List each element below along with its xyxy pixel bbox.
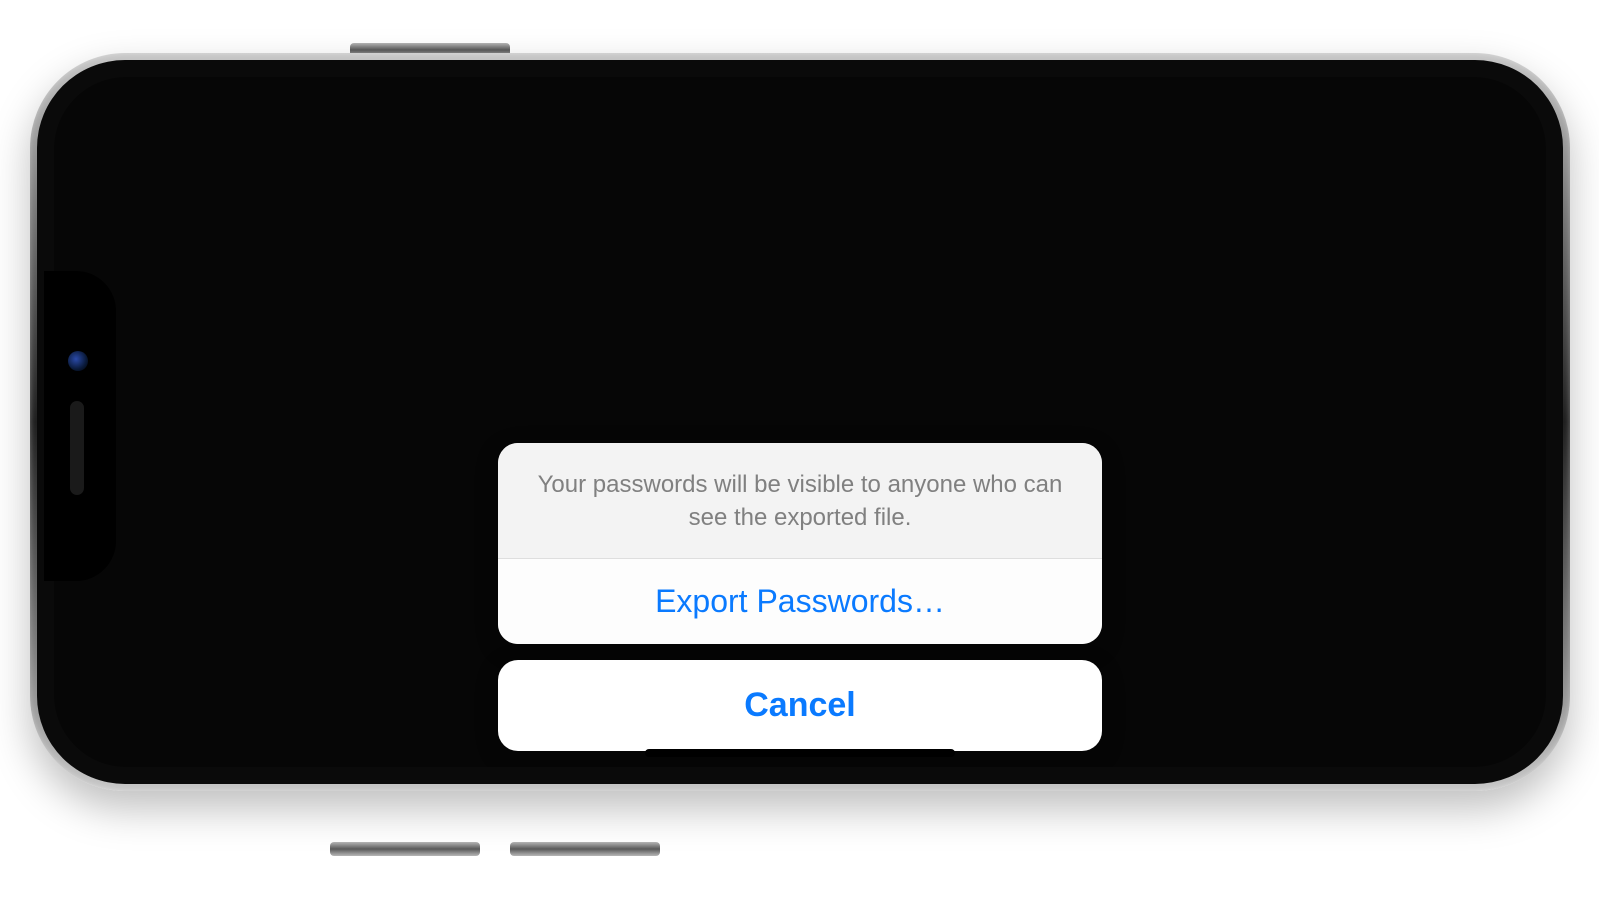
phone-volume-down xyxy=(510,842,660,856)
home-indicator[interactable] xyxy=(645,749,955,757)
screen: Passwords EDIT id.wsj.com media xyxy=(54,77,1546,767)
action-sheet-card: Your passwords will be visible to anyone… xyxy=(498,443,1102,644)
action-sheet: Your passwords will be visible to anyone… xyxy=(498,443,1102,751)
cancel-button[interactable]: Cancel xyxy=(498,660,1102,751)
phone-notch xyxy=(44,271,116,581)
front-camera xyxy=(68,351,88,371)
earpiece-speaker xyxy=(70,401,84,495)
action-sheet-message: Your passwords will be visible to anyone… xyxy=(498,443,1102,559)
phone-frame: Passwords EDIT id.wsj.com media xyxy=(30,53,1570,791)
phone-volume-up xyxy=(330,842,480,856)
phone-bezel: Passwords EDIT id.wsj.com media xyxy=(44,67,1556,777)
export-passwords-button[interactable]: Export Passwords… xyxy=(498,559,1102,644)
